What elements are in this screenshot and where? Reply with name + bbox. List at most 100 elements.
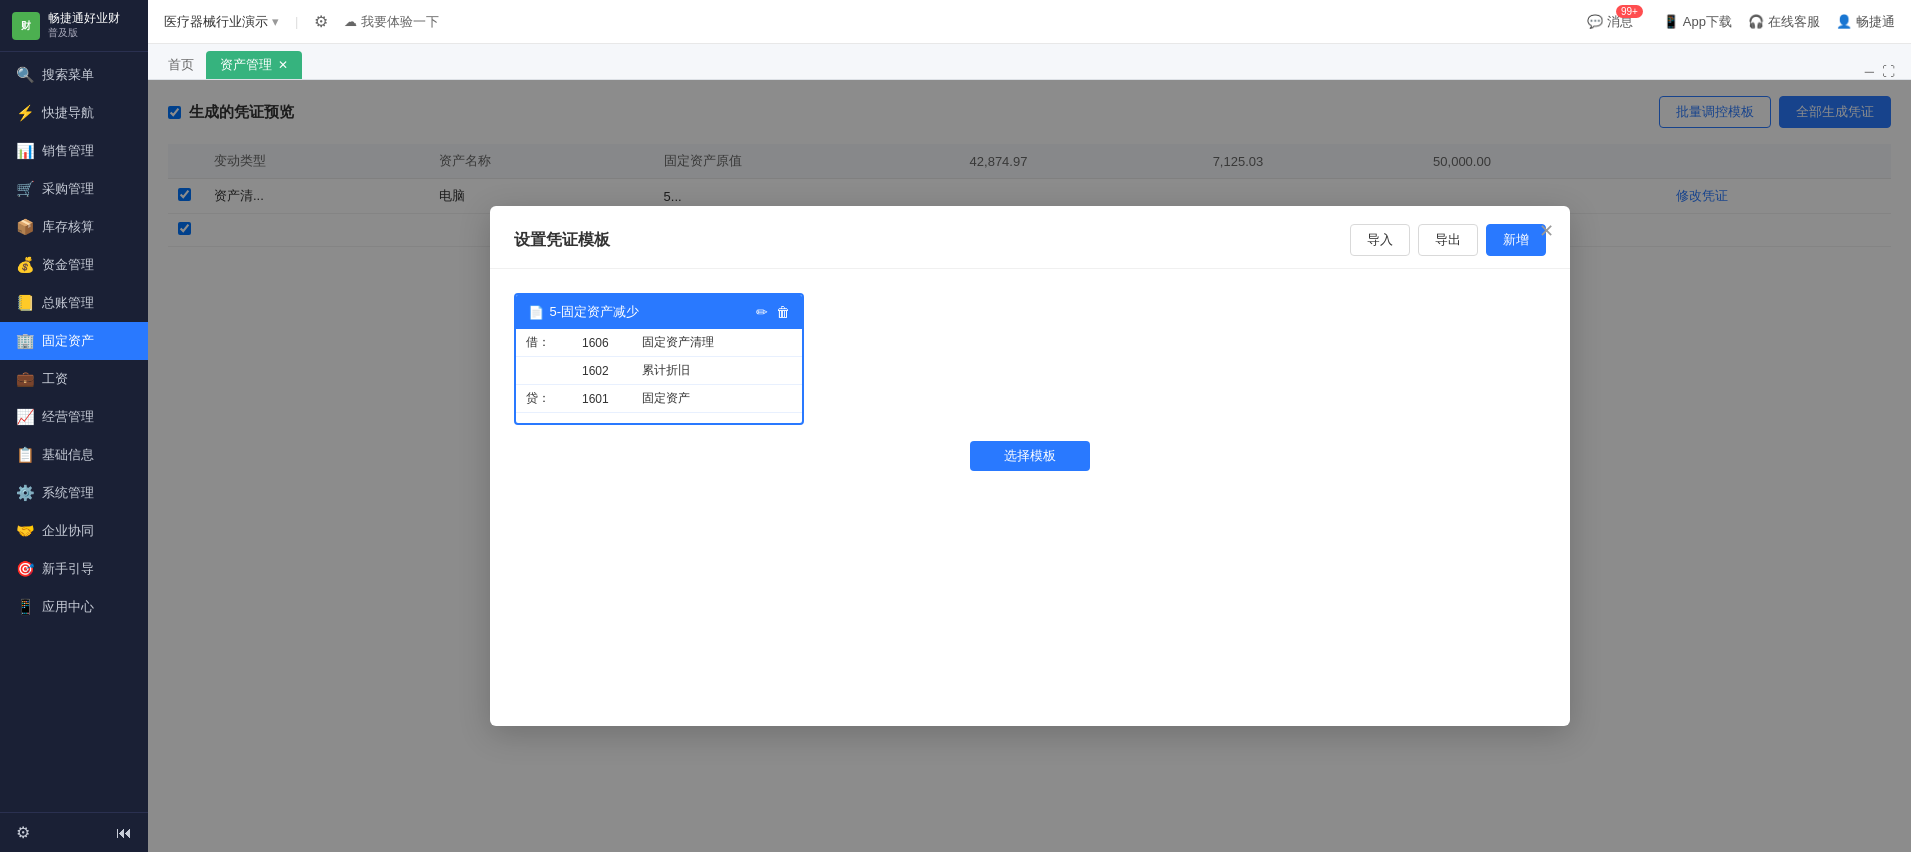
template-edit-icon[interactable]: ✏ <box>756 304 768 320</box>
template-entry-row: 贷： 1601 固定资产 <box>516 385 802 413</box>
dropdown-icon: ▾ <box>272 14 279 29</box>
tabbar: 首页 资产管理 ✕ ─ ⛶ <box>148 44 1911 80</box>
export-btn[interactable]: 导出 <box>1418 224 1478 256</box>
fixed-asset-icon: 🏢 <box>16 332 34 350</box>
template-entries-table: 借： 1606 固定资产清理 1602 累计折旧 <box>516 329 802 423</box>
sales-icon: 📊 <box>16 142 34 160</box>
entry-code <box>572 413 632 424</box>
entry-code: 1601 <box>572 385 632 413</box>
experience-label: 我要体验一下 <box>361 13 439 31</box>
finance-icon: 💰 <box>16 256 34 274</box>
template-doc-icon: 📄 <box>528 305 544 320</box>
tab-asset-mgmt[interactable]: 资产管理 ✕ <box>206 51 302 79</box>
template-entry-row <box>516 413 802 424</box>
sidebar-item-guide[interactable]: 🎯 新手引导 <box>0 550 148 588</box>
search-icon: 🔍 <box>16 66 34 84</box>
modal-title: 设置凭证模板 <box>514 230 610 251</box>
template-card-header: 📄 5-固定资产减少 ✏ 🗑 <box>516 295 802 329</box>
modal-body: 📄 5-固定资产减少 ✏ 🗑 借： 1606 <box>490 269 1570 726</box>
template-card[interactable]: 📄 5-固定资产减少 ✏ 🗑 借： 1606 <box>514 293 804 425</box>
sidebar-item-label: 搜索菜单 <box>42 66 94 84</box>
sidebar-item-label: 应用中心 <box>42 598 94 616</box>
sidebar-item-label: 系统管理 <box>42 484 94 502</box>
app-download-label: App下载 <box>1683 13 1732 31</box>
inventory-icon: 📦 <box>16 218 34 236</box>
template-card-header-actions: ✏ 🗑 <box>756 304 790 320</box>
sidebar-item-purchase[interactable]: 🛒 采购管理 <box>0 170 148 208</box>
entry-debit <box>750 329 776 357</box>
template-card-title: 5-固定资产减少 <box>550 303 640 321</box>
collapse-icon[interactable]: ⏮ <box>116 824 132 842</box>
settings-icon[interactable]: ⚙ <box>16 823 30 842</box>
sidebar-item-label: 资金管理 <box>42 256 94 274</box>
sidebar-item-ledger[interactable]: 📒 总账管理 <box>0 284 148 322</box>
entry-subject: 固定资产 <box>632 385 750 413</box>
sidebar-item-label: 经营管理 <box>42 408 94 426</box>
entry-subject: 固定资产清理 <box>632 329 750 357</box>
company-selector[interactable]: 医疗器械行业演示 ▾ <box>164 13 279 31</box>
entry-credit <box>776 385 802 413</box>
sidebar-item-enterprise[interactable]: 🤝 企业协同 <box>0 512 148 550</box>
main-area: 医疗器械行业演示 ▾ | ⚙ ☁ 我要体验一下 💬 消息 99+ 📱 App下载… <box>148 0 1911 852</box>
app-name: 畅捷通好业财 <box>48 11 120 27</box>
sidebar-item-quick-nav[interactable]: ⚡ 快捷导航 <box>0 94 148 132</box>
entry-debit <box>750 385 776 413</box>
minimize-icon[interactable]: ─ <box>1865 64 1874 79</box>
user-avatar-btn[interactable]: 👤 畅捷通 <box>1836 13 1895 31</box>
messages-btn[interactable]: 💬 消息 99+ <box>1587 13 1633 31</box>
entry-subject <box>632 413 750 424</box>
sidebar-item-base-info[interactable]: 📋 基础信息 <box>0 436 148 474</box>
tab-home[interactable]: 首页 <box>156 51 206 79</box>
logo-text-group: 畅捷通好业财 普及版 <box>48 11 120 41</box>
sidebar-item-fixed-asset[interactable]: 🏢 固定资产 <box>0 322 148 360</box>
sidebar-bottom: ⚙ ⏮ <box>0 812 148 852</box>
topbar: 医疗器械行业演示 ▾ | ⚙ ☁ 我要体验一下 💬 消息 99+ 📱 App下载… <box>148 0 1911 44</box>
settings-gear-icon[interactable]: ⚙ <box>314 12 328 31</box>
entry-code: 1602 <box>572 357 632 385</box>
template-delete-icon[interactable]: 🗑 <box>776 304 790 320</box>
entry-credit <box>776 413 802 424</box>
entry-side: 借： <box>516 329 573 357</box>
sidebar-item-label: 库存核算 <box>42 218 94 236</box>
page-content-area: 生成的凭证预览 批量调控模板 全部生成凭证 变动类型 资产名称 固定资产原值 4… <box>148 80 1911 852</box>
modal-close-btn[interactable]: ✕ <box>1539 222 1554 240</box>
sidebar-item-finance[interactable]: 💰 资金管理 <box>0 246 148 284</box>
sidebar-item-label: 固定资产 <box>42 332 94 350</box>
salary-icon: 💼 <box>16 370 34 388</box>
entry-debit <box>750 413 776 424</box>
sidebar-item-sales[interactable]: 📊 销售管理 <box>0 132 148 170</box>
online-service-label: 在线客服 <box>1768 13 1820 31</box>
template-entry-row: 借： 1606 固定资产清理 <box>516 329 802 357</box>
quick-nav-icon: ⚡ <box>16 104 34 122</box>
app-download-btn[interactable]: 📱 App下载 <box>1663 13 1732 31</box>
sidebar-item-label: 工资 <box>42 370 68 388</box>
sidebar-item-label: 基础信息 <box>42 446 94 464</box>
sidebar-item-salary[interactable]: 💼 工资 <box>0 360 148 398</box>
sidebar-item-system[interactable]: ⚙️ 系统管理 <box>0 474 148 512</box>
sidebar-item-operations[interactable]: 📈 经营管理 <box>0 398 148 436</box>
entry-side <box>516 357 573 385</box>
select-template-btn[interactable]: 选择模板 <box>970 441 1090 471</box>
sidebar-nav: 🔍 搜索菜单 ⚡ 快捷导航 📊 销售管理 🛒 采购管理 📦 库存核算 💰 资金管… <box>0 52 148 812</box>
phone-icon: 📱 <box>1663 14 1679 29</box>
sidebar-item-label: 总账管理 <box>42 294 94 312</box>
tab-close-icon[interactable]: ✕ <box>278 58 288 72</box>
template-entry-row: 1602 累计折旧 <box>516 357 802 385</box>
import-btn[interactable]: 导入 <box>1350 224 1410 256</box>
maximize-icon[interactable]: ⛶ <box>1882 64 1895 79</box>
topbar-divider: | <box>295 14 298 29</box>
entry-side <box>516 413 573 424</box>
sidebar-item-label: 企业协同 <box>42 522 94 540</box>
enterprise-icon: 🤝 <box>16 522 34 540</box>
home-tab-label: 首页 <box>168 56 194 74</box>
sidebar-item-inventory[interactable]: 📦 库存核算 <box>0 208 148 246</box>
guide-icon: 🎯 <box>16 560 34 578</box>
online-service-btn[interactable]: 🎧 在线客服 <box>1748 13 1820 31</box>
purchase-icon: 🛒 <box>16 180 34 198</box>
avatar-icon: 👤 <box>1836 14 1852 29</box>
sidebar-item-app-center[interactable]: 📱 应用中心 <box>0 588 148 626</box>
experience-btn[interactable]: ☁ 我要体验一下 <box>344 13 439 31</box>
sidebar-item-search[interactable]: 🔍 搜索菜单 <box>0 56 148 94</box>
modal-overlay: 设置凭证模板 导入 导出 新增 ✕ 📄 5-固定资产减少 <box>148 80 1911 852</box>
new-template-btn[interactable]: 新增 <box>1486 224 1546 256</box>
